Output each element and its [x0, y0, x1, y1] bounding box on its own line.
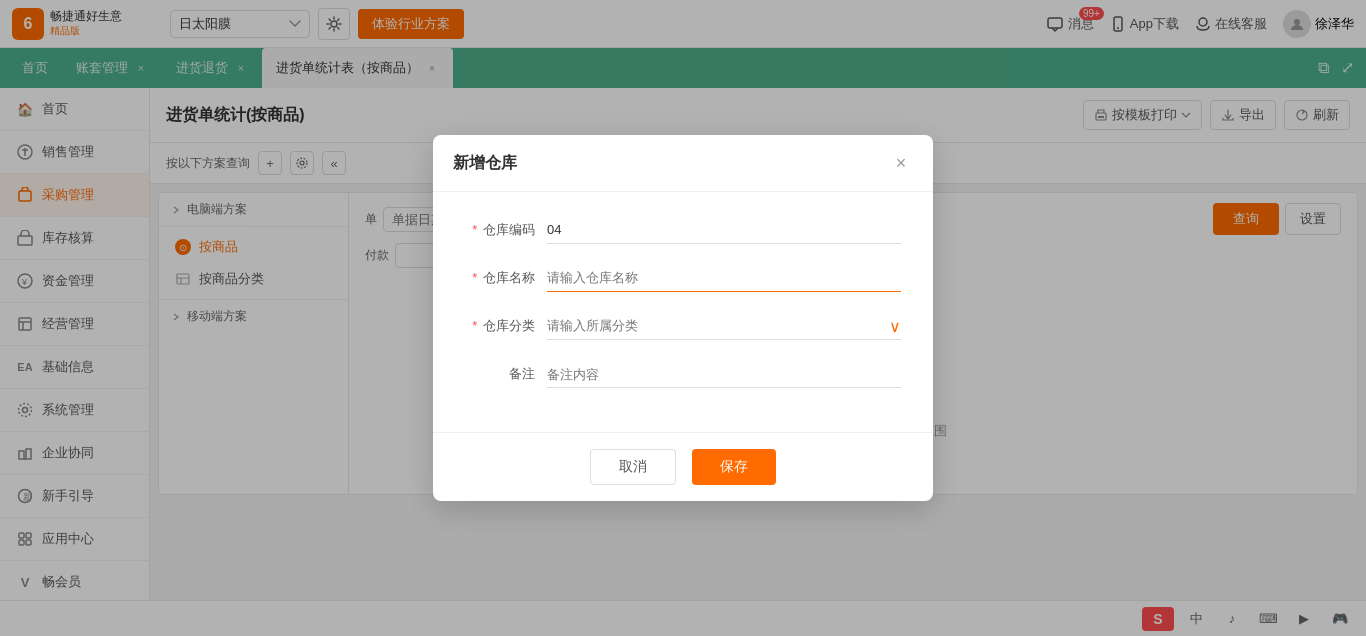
- category-select-row: ∨: [547, 312, 901, 340]
- modal-header: 新增仓库 ×: [433, 135, 933, 192]
- form-row-code: * 仓库编码: [465, 216, 901, 244]
- warehouse-code-input[interactable]: [547, 216, 901, 244]
- form-label-category: * 仓库分类: [465, 317, 535, 335]
- save-button[interactable]: 保存: [692, 449, 776, 485]
- category-chevron-icon: ∨: [889, 317, 901, 336]
- form-label-name: * 仓库名称: [465, 269, 535, 287]
- modal-backdrop: 新增仓库 × * 仓库编码 * 仓库名称: [0, 0, 1366, 636]
- warehouse-name-input[interactable]: [547, 264, 901, 292]
- modal-body: * 仓库编码 * 仓库名称 * 仓库分类: [433, 192, 933, 432]
- modal-title: 新增仓库: [453, 153, 517, 174]
- required-star-code: *: [472, 222, 477, 237]
- warehouse-category-input[interactable]: [547, 312, 901, 340]
- required-star-category: *: [472, 318, 477, 333]
- form-label-remark: 备注: [465, 365, 535, 383]
- modal-new-warehouse: 新增仓库 × * 仓库编码 * 仓库名称: [433, 135, 933, 501]
- form-row-category: * 仓库分类 ∨: [465, 312, 901, 340]
- required-star-name: *: [472, 270, 477, 285]
- modal-footer: 取消 保存: [433, 432, 933, 501]
- form-row-name: * 仓库名称: [465, 264, 901, 292]
- form-row-remark: 备注: [465, 360, 901, 388]
- modal-close-button[interactable]: ×: [889, 151, 913, 175]
- warehouse-remark-input[interactable]: [547, 360, 901, 388]
- cancel-button[interactable]: 取消: [590, 449, 676, 485]
- form-label-code: * 仓库编码: [465, 221, 535, 239]
